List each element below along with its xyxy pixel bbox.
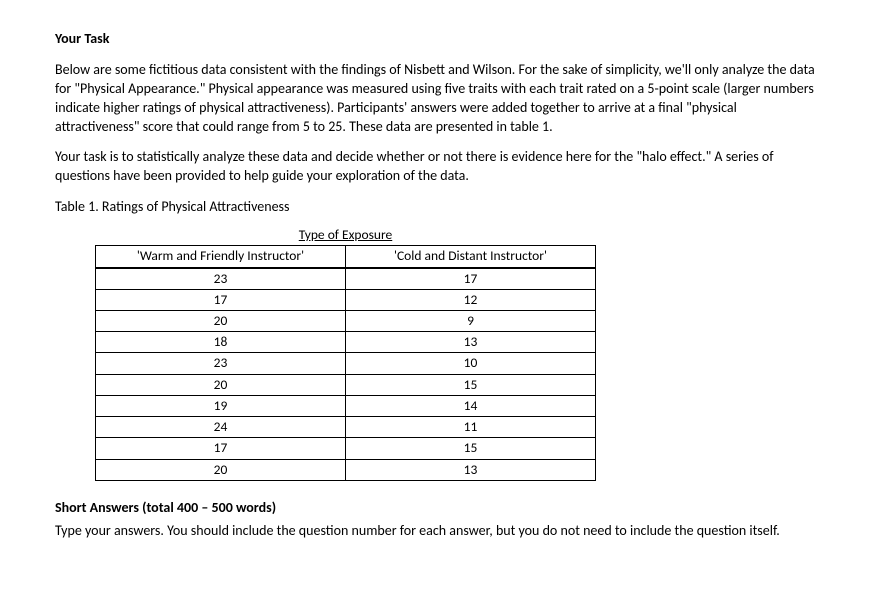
table-row: 2015	[96, 374, 596, 395]
table-row: 1813	[96, 332, 596, 353]
table-cell: 20	[96, 374, 346, 395]
intro-paragraph-1: Below are some fictitious data consisten…	[55, 61, 820, 137]
table-row: 209	[96, 311, 596, 332]
table-body: 2317 1712 209 1813 2310 2015 1914 2411 1…	[96, 268, 596, 481]
table-caption: Table 1. Ratings of Physical Attractiven…	[55, 198, 820, 217]
table-cell: 23	[96, 353, 346, 374]
table-super-header: Type of Exposure	[96, 225, 596, 246]
table-cell: 17	[346, 268, 596, 290]
table-cell: 20	[96, 459, 346, 480]
table-row: 1712	[96, 289, 596, 310]
table-cell: 11	[346, 417, 596, 438]
table-cell: 13	[346, 332, 596, 353]
table-col2-header: 'Cold and Distant Instructor'	[346, 246, 596, 268]
table-cell: 13	[346, 459, 596, 480]
table-cell: 18	[96, 332, 346, 353]
table-cell: 15	[346, 374, 596, 395]
table-row: 2317	[96, 268, 596, 290]
table-cell: 17	[96, 438, 346, 459]
table-row: 2411	[96, 417, 596, 438]
section-title: Your Task	[55, 30, 820, 49]
table-cell: 17	[96, 289, 346, 310]
table-cell: 24	[96, 417, 346, 438]
table-col1-header: 'Warm and Friendly Instructor'	[96, 246, 346, 268]
table-cell: 19	[96, 395, 346, 416]
attractiveness-table: Type of Exposure 'Warm and Friendly Inst…	[95, 225, 596, 481]
table-cell: 14	[346, 395, 596, 416]
intro-paragraph-2: Your task is to statistically analyze th…	[55, 148, 820, 186]
table-row: 2013	[96, 459, 596, 480]
table-row: 1715	[96, 438, 596, 459]
table-cell: 20	[96, 311, 346, 332]
short-answers-heading: Short Answers (total 400 – 500 words)	[55, 499, 820, 518]
table-cell: 23	[96, 268, 346, 290]
table-cell: 10	[346, 353, 596, 374]
short-answers-instruction: Type your answers. You should include th…	[55, 522, 820, 541]
table-row: 1914	[96, 395, 596, 416]
table-cell: 12	[346, 289, 596, 310]
table-cell: 15	[346, 438, 596, 459]
table-cell: 9	[346, 311, 596, 332]
table-row: 2310	[96, 353, 596, 374]
